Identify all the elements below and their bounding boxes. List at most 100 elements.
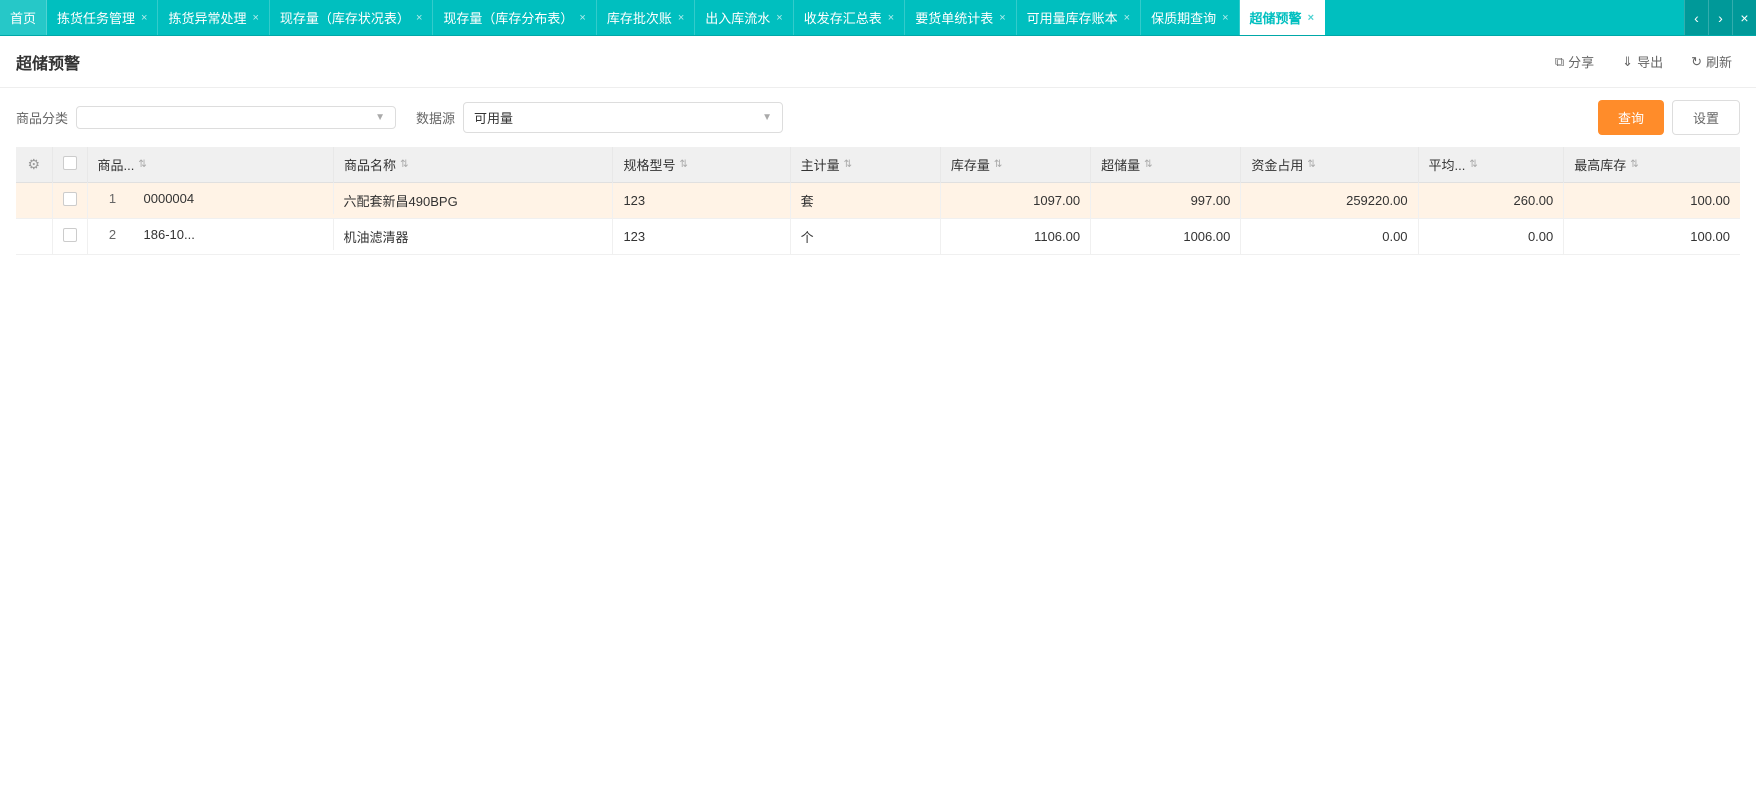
nav-tab-inventory-dist[interactable]: 现存量（库存分布表） × [433,0,596,36]
th-spec[interactable]: 规格型号 ⇅ [613,147,790,183]
close-icon[interactable]: × [999,12,1005,24]
data-table: ⚙ 商品... ⇅ 商品名称 ⇅ [16,147,1740,255]
sort-icon: ⇅ [1144,159,1152,170]
row-capital-occupied: 0.00 [1241,219,1418,255]
row-num-and-code: 1 0000004 [88,183,334,214]
row-product-name: 六配套新昌490BPG [334,183,613,219]
nav-tab-flow[interactable]: 出入库流水 × [695,0,793,36]
th-stock[interactable]: 库存量 ⇅ [940,147,1090,183]
close-icon[interactable]: × [1124,12,1130,24]
nav-tab-home[interactable]: 首页 [0,0,47,36]
table-container: ⚙ 商品... ⇅ 商品名称 ⇅ [0,147,1756,255]
nav-tab-task-mgmt[interactable]: 拣货任务管理 × [47,0,158,36]
table-row: 1 0000004 六配套新昌490BPG 123 套 1097.00 997.… [16,183,1740,219]
nav-tab-order-stats[interactable]: 要货单统计表 × [905,0,1016,36]
close-icon[interactable]: × [579,12,585,24]
select-all-checkbox[interactable] [63,156,77,170]
nav-arrows: ‹ › × [1684,0,1756,36]
th-settings: ⚙ [16,147,52,183]
data-source-value: 可用量 [474,108,513,127]
sort-icon: ⇅ [1469,159,1477,170]
row-checkbox[interactable] [63,228,77,242]
top-navigation: 首页 拣货任务管理 × 拣货异常处理 × 现存量（库存状况表） × 现存量（库存… [0,0,1756,36]
row-avg: 0.00 [1418,219,1564,255]
th-capital[interactable]: 资金占用 ⇅ [1241,147,1418,183]
nav-arrow-left-button[interactable]: ‹ [1684,0,1708,36]
chevron-down-icon: ▼ [762,112,772,123]
sort-icon: ⇅ [1307,159,1315,170]
share-button[interactable]: ⧉ 分享 [1547,48,1602,75]
settings-button[interactable]: 设置 [1672,100,1740,135]
product-category-select[interactable]: ▼ [76,106,396,129]
filter-area: 商品分类 ▼ 数据源 可用量 ▼ 查询 设置 [0,88,1756,147]
th-product-name[interactable]: 商品名称 ⇅ [334,147,613,183]
row-unit: 个 [790,219,940,255]
data-source-label: 数据源 [416,108,455,127]
page-title: 超储预警 [16,50,80,74]
main-content: 超储预警 ⧉ 分享 ⇓ 导出 ↻ 刷新 商品分类 ▼ 数据源 [0,36,1756,800]
product-category-filter: 商品分类 ▼ [16,106,396,129]
chevron-down-icon: ▼ [375,112,385,123]
query-button[interactable]: 查询 [1598,100,1664,135]
close-icon[interactable]: × [1222,12,1228,24]
share-icon: ⧉ [1555,54,1564,70]
close-icon[interactable]: × [776,12,782,24]
table-body: 1 0000004 六配套新昌490BPG 123 套 1097.00 997.… [16,183,1740,255]
row-gear-cell [16,219,52,255]
th-overstock[interactable]: 超储量 ⇅ [1091,147,1241,183]
th-max-stock[interactable]: 最高库存 ⇅ [1564,147,1740,183]
nav-tab-batch-account[interactable]: 库存批次账 × [597,0,695,36]
th-product-code[interactable]: 商品... ⇅ [87,147,334,183]
row-product-name: 机油滤清器 [334,219,613,255]
close-icon[interactable]: × [678,12,684,24]
th-avg[interactable]: 平均... ⇅ [1418,147,1564,183]
sort-icon: ⇅ [400,159,408,170]
nav-arrow-right-button[interactable]: › [1708,0,1732,36]
refresh-icon: ↻ [1691,54,1702,70]
close-icon[interactable]: × [141,12,147,24]
export-button[interactable]: ⇓ 导出 [1614,48,1671,75]
row-spec: 123 [613,219,790,255]
close-icon[interactable]: × [416,12,422,24]
sort-icon: ⇅ [844,159,852,170]
row-capital-occupied: 259220.00 [1241,183,1418,219]
th-unit[interactable]: 主计量 ⇅ [790,147,940,183]
row-number: 1 [98,191,128,206]
th-checkbox [52,147,87,183]
row-avg: 260.00 [1418,183,1564,219]
close-icon[interactable]: × [1308,12,1314,24]
nav-tab-inventory-status[interactable]: 现存量（库存状况表） × [270,0,433,36]
row-num-and-code: 2 186-10... [88,219,334,250]
row-product-code: 0000004 [144,191,195,206]
data-source-filter: 数据源 可用量 ▼ [416,102,783,133]
nav-tab-summary[interactable]: 收发存汇总表 × [794,0,905,36]
row-product-code: 186-10... [144,227,195,242]
row-checkbox-cell [52,183,87,219]
nav-tab-overstock-warning[interactable]: 超储预警 × [1240,0,1325,36]
close-icon[interactable]: × [888,12,894,24]
sort-icon: ⇅ [138,159,146,170]
close-icon[interactable]: × [252,12,258,24]
row-checkbox[interactable] [63,192,77,206]
nav-close-all-button[interactable]: × [1732,0,1756,36]
row-stock: 1097.00 [940,183,1090,219]
row-unit: 套 [790,183,940,219]
row-spec: 123 [613,183,790,219]
filter-buttons: 查询 设置 [1598,100,1740,135]
page-header: 超储预警 ⧉ 分享 ⇓ 导出 ↻ 刷新 [0,36,1756,88]
row-max-stock: 100.00 [1564,219,1740,255]
product-category-label: 商品分类 [16,108,68,127]
nav-tab-available-account[interactable]: 可用量库存账本 × [1017,0,1141,36]
row-overstock: 997.00 [1091,183,1241,219]
row-number: 2 [98,227,128,242]
data-source-select[interactable]: 可用量 ▼ [463,102,783,133]
refresh-button[interactable]: ↻ 刷新 [1683,48,1740,75]
sort-icon: ⇅ [994,159,1002,170]
header-actions: ⧉ 分享 ⇓ 导出 ↻ 刷新 [1547,48,1740,75]
nav-tab-exception[interactable]: 拣货异常处理 × [158,0,269,36]
row-overstock: 1006.00 [1091,219,1241,255]
gear-icon[interactable]: ⚙ [27,156,40,172]
sort-icon: ⇅ [679,159,687,170]
nav-tab-shelf-life[interactable]: 保质期查询 × [1141,0,1239,36]
table-row: 2 186-10... 机油滤清器 123 个 1106.00 1006.00 … [16,219,1740,255]
